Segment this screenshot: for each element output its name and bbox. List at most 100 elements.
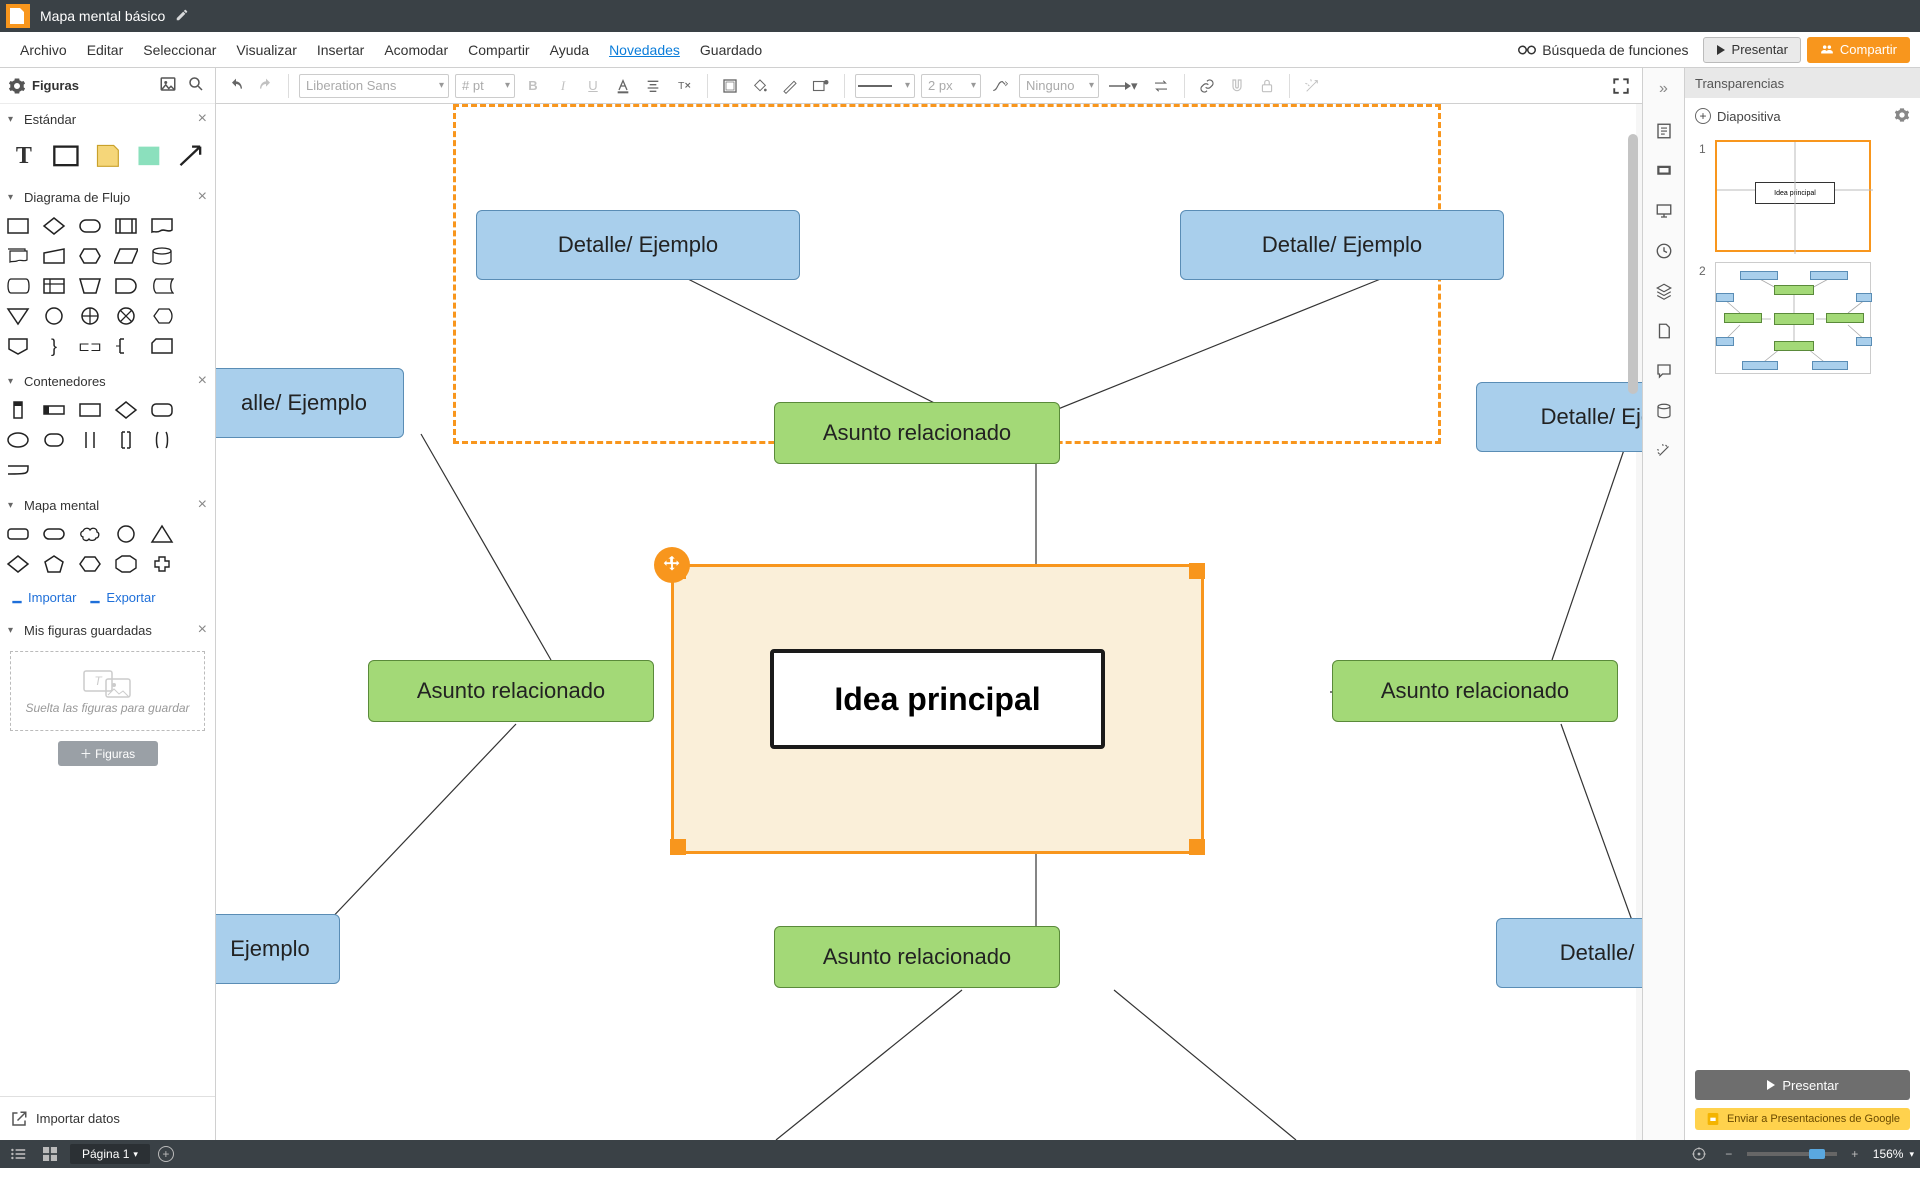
fc-preparation[interactable] bbox=[78, 246, 102, 266]
mm-10[interactable] bbox=[150, 554, 174, 574]
share-button[interactable]: Compartir bbox=[1807, 37, 1910, 63]
shape-options-button[interactable] bbox=[808, 74, 834, 98]
section-standard[interactable]: ▾Estándar× bbox=[0, 104, 215, 134]
bold-button[interactable]: B bbox=[521, 74, 545, 98]
node-detail-left-cut[interactable]: alle/ Ejemplo bbox=[216, 368, 404, 438]
section-saved[interactable]: ▾Mis figuras guardadas× bbox=[0, 615, 215, 645]
fc-bracer[interactable]: ⊏⊐ bbox=[78, 336, 102, 356]
magnet-button[interactable] bbox=[1225, 74, 1249, 98]
present-button[interactable]: Presentar bbox=[1703, 37, 1801, 63]
mm-7[interactable] bbox=[42, 554, 66, 574]
add-slide-label[interactable]: Diapositiva bbox=[1717, 109, 1781, 124]
menu-archivo[interactable]: Archivo bbox=[10, 38, 77, 62]
node-detail-top-left[interactable]: Detalle/ Ejemplo bbox=[476, 210, 800, 280]
line-width-select[interactable]: 2 px bbox=[921, 74, 981, 98]
saved-shapes-dropzone[interactable]: T Suelta las figuras para guardar bbox=[10, 651, 205, 731]
rail-present-icon[interactable] bbox=[1653, 200, 1675, 222]
fc-data[interactable] bbox=[114, 246, 138, 266]
ct-8[interactable] bbox=[78, 430, 102, 450]
mm-9[interactable] bbox=[114, 554, 138, 574]
ct-11[interactable] bbox=[6, 460, 30, 480]
collapse-rail-icon[interactable]: » bbox=[1659, 76, 1668, 102]
node-subject-right[interactable]: Asunto relacionado bbox=[1332, 660, 1618, 722]
mm-2[interactable] bbox=[42, 524, 66, 544]
fc-merge[interactable] bbox=[6, 306, 30, 326]
node-subject-bottom[interactable]: Asunto relacionado bbox=[774, 926, 1060, 988]
font-family-select[interactable]: Liberation Sans bbox=[299, 74, 449, 98]
shape-note[interactable] bbox=[94, 142, 122, 170]
rail-notes-icon[interactable] bbox=[1653, 120, 1675, 142]
border-color-button[interactable] bbox=[778, 74, 802, 98]
mm-6[interactable] bbox=[6, 554, 30, 574]
zoom-in-icon[interactable]: + bbox=[1843, 1144, 1867, 1164]
fc-storeddata[interactable] bbox=[150, 276, 174, 296]
shapes-gear-icon[interactable] bbox=[8, 77, 26, 95]
section-standard-close[interactable]: × bbox=[198, 110, 207, 128]
zoom-out-icon[interactable]: − bbox=[1717, 1144, 1741, 1164]
fc-process[interactable] bbox=[6, 216, 30, 236]
section-flowchart-close[interactable]: × bbox=[198, 188, 207, 206]
menu-editar[interactable]: Editar bbox=[77, 38, 134, 62]
node-detail-top-right[interactable]: Detalle/ Ejemplo bbox=[1180, 210, 1504, 280]
menu-ayuda[interactable]: Ayuda bbox=[540, 38, 599, 62]
fc-or[interactable] bbox=[78, 306, 102, 326]
node-detail-br-cut[interactable]: Detalle/ Eje bbox=[1496, 918, 1642, 988]
node-center[interactable]: Idea principal bbox=[770, 649, 1105, 749]
mm-5[interactable] bbox=[150, 524, 174, 544]
add-page-icon[interactable]: + bbox=[158, 1146, 174, 1162]
rail-comments-icon[interactable] bbox=[1653, 360, 1675, 382]
redo-button[interactable] bbox=[254, 74, 278, 98]
fc-sumjunc[interactable] bbox=[114, 306, 138, 326]
import-link[interactable]: Importar bbox=[10, 590, 76, 605]
image-icon[interactable] bbox=[157, 75, 179, 96]
section-containers-close[interactable]: × bbox=[198, 372, 207, 390]
arrow-end-button[interactable]: ▾ bbox=[1105, 74, 1142, 98]
page-tab[interactable]: Página 1 ▾ bbox=[70, 1144, 150, 1164]
add-slide-icon[interactable]: + bbox=[1695, 108, 1711, 124]
send-to-google-button[interactable]: Enviar a Presentaciones de Google bbox=[1695, 1108, 1910, 1130]
outline-view-icon[interactable] bbox=[6, 1144, 30, 1164]
add-shapes-button[interactable]: ＋ Figuras bbox=[58, 741, 158, 766]
fullscreen-button[interactable] bbox=[1608, 74, 1634, 98]
shape-arrow[interactable] bbox=[177, 142, 205, 170]
menu-seleccionar[interactable]: Seleccionar bbox=[133, 38, 226, 62]
fc-internal[interactable] bbox=[42, 276, 66, 296]
ct-2[interactable] bbox=[42, 400, 66, 420]
fc-multidoc[interactable] bbox=[6, 246, 30, 266]
fc-bracel[interactable]: } bbox=[42, 336, 66, 356]
rail-slides-icon[interactable] bbox=[1653, 160, 1675, 182]
fill-shape-button[interactable] bbox=[718, 74, 742, 98]
slide-thumb-1[interactable]: Idea principal bbox=[1715, 140, 1871, 252]
fc-database[interactable] bbox=[150, 246, 174, 266]
zoom-slider[interactable] bbox=[1747, 1152, 1837, 1156]
shape-text[interactable]: T bbox=[10, 142, 38, 170]
export-link[interactable]: Exportar bbox=[88, 590, 155, 605]
ct-4[interactable] bbox=[114, 400, 138, 420]
menu-novedades[interactable]: Novedades bbox=[599, 38, 690, 62]
node-detail-bl-cut[interactable]: Ejemplo bbox=[216, 914, 340, 984]
fc-terminator[interactable] bbox=[78, 216, 102, 236]
slide-thumb-2[interactable] bbox=[1715, 262, 1871, 374]
undo-button[interactable] bbox=[224, 74, 248, 98]
fc-decision[interactable] bbox=[42, 216, 66, 236]
arrow-start-select[interactable]: Ninguno bbox=[1019, 74, 1099, 98]
mm-8[interactable] bbox=[78, 554, 102, 574]
swap-arrows-button[interactable] bbox=[1148, 74, 1174, 98]
italic-button[interactable]: I bbox=[551, 74, 575, 98]
canvas[interactable]: Detalle/ Ejemplo Detalle/ Ejemplo alle/ … bbox=[216, 104, 1642, 1140]
mm-3[interactable] bbox=[78, 524, 102, 544]
text-color-button[interactable] bbox=[611, 74, 635, 98]
import-data-button[interactable]: Importar datos bbox=[0, 1096, 215, 1140]
lock-button[interactable] bbox=[1255, 74, 1279, 98]
menu-visualizar[interactable]: Visualizar bbox=[226, 38, 306, 62]
link-button[interactable] bbox=[1195, 74, 1219, 98]
fc-note[interactable] bbox=[114, 336, 138, 356]
fc-offpage[interactable] bbox=[6, 336, 30, 356]
canvas-scrollbar-v[interactable] bbox=[1628, 104, 1640, 1140]
ct-3[interactable] bbox=[78, 400, 102, 420]
node-subject-left[interactable]: Asunto relacionado bbox=[368, 660, 654, 722]
grid-view-icon[interactable] bbox=[38, 1144, 62, 1164]
app-logo[interactable] bbox=[6, 4, 30, 28]
node-subject-top[interactable]: Asunto relacionado bbox=[774, 402, 1060, 464]
ct-1[interactable] bbox=[6, 400, 30, 420]
